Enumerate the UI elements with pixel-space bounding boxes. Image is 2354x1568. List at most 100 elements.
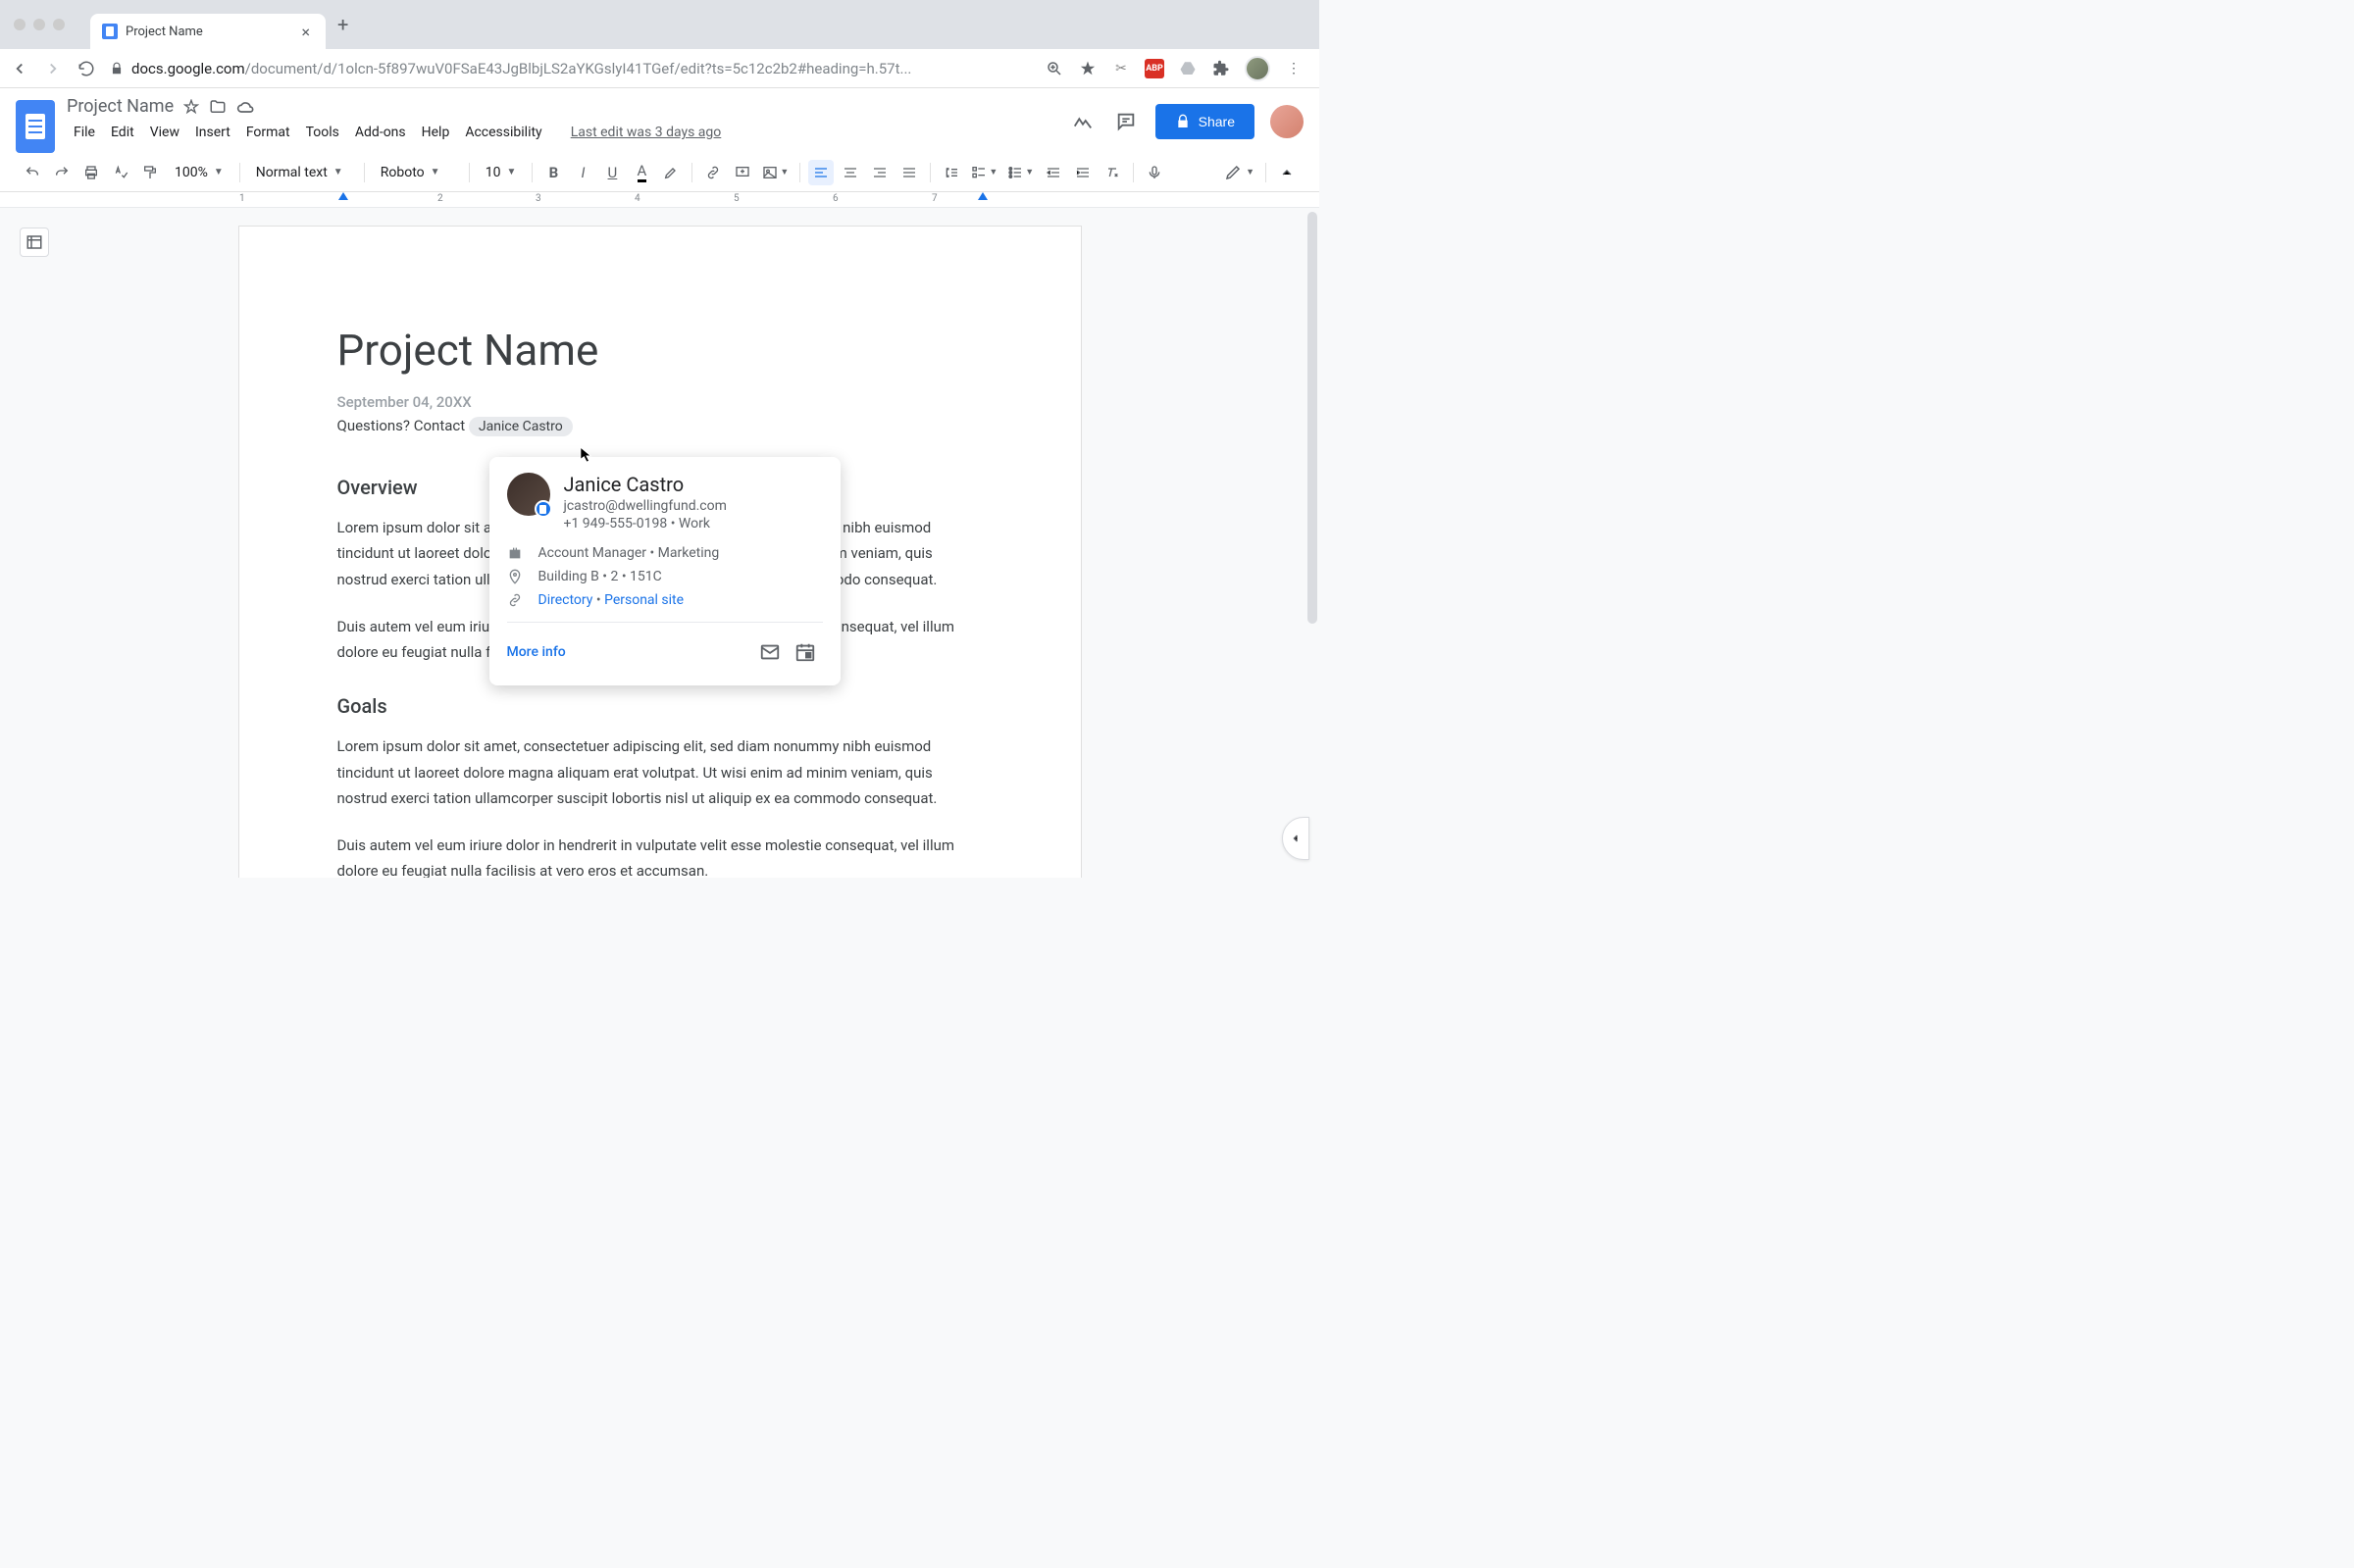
bookmark-star-icon[interactable] (1078, 59, 1098, 78)
back-button[interactable] (10, 59, 29, 78)
traffic-light-minimize[interactable] (33, 19, 45, 30)
new-tab-button[interactable]: + (326, 13, 360, 36)
traffic-light-close[interactable] (14, 19, 26, 30)
doc-date: September 04, 20XX (337, 393, 983, 411)
contact-hover-card: Janice Castro jcastro@dwellingfund.com +… (489, 457, 841, 685)
document-page[interactable]: Project Name September 04, 20XX Question… (238, 226, 1082, 878)
last-edit-link[interactable]: Last edit was 3 days ago (571, 125, 722, 140)
font-size-dropdown[interactable]: 10▼ (478, 160, 525, 185)
docs-logo-icon[interactable] (16, 100, 55, 153)
contact-chip[interactable]: Janice Castro (469, 417, 573, 436)
contact-location-row: Building B • 2 • 151C (507, 569, 823, 584)
extensions-icon[interactable] (1211, 59, 1231, 78)
doc-contact-line: Questions? Contact Janice Castro (337, 417, 983, 436)
docs-favicon-icon (102, 24, 118, 39)
insert-image-button[interactable]: ▼ (759, 160, 792, 185)
line-spacing-button[interactable] (939, 160, 964, 185)
menu-bar: File Edit View Insert Format Tools Add-o… (67, 121, 1057, 144)
undo-button[interactable] (20, 160, 45, 185)
right-indent-marker[interactable] (978, 192, 988, 200)
browser-extensions: ✂ ABP ⋮ (1045, 56, 1309, 81)
italic-button[interactable]: I (570, 160, 595, 185)
horizontal-ruler[interactable]: 1 2 3 4 5 6 7 (0, 192, 1319, 208)
browser-toolbar: docs.google.com/document/d/1olcn-5f897wu… (0, 49, 1319, 88)
print-button[interactable] (78, 160, 104, 185)
contact-role-row: Account Manager • Marketing (507, 545, 823, 561)
send-email-button[interactable] (752, 634, 788, 670)
move-folder-icon[interactable] (209, 98, 227, 116)
contact-avatar (507, 473, 550, 516)
align-justify-button[interactable] (896, 160, 922, 185)
menu-view[interactable]: View (143, 121, 186, 144)
adblock-ext-icon[interactable]: ABP (1145, 59, 1164, 78)
comments-icon[interactable] (1112, 108, 1140, 135)
mouse-cursor-icon (580, 446, 593, 464)
activity-icon[interactable] (1069, 108, 1097, 135)
lock-icon (110, 62, 124, 76)
align-left-button[interactable] (808, 160, 834, 185)
vertical-scrollbar[interactable] (1307, 212, 1317, 624)
reload-button[interactable] (77, 59, 96, 78)
bold-button[interactable]: B (540, 160, 566, 185)
menu-help[interactable]: Help (415, 121, 457, 144)
forward-button[interactable] (43, 59, 63, 78)
formatting-toolbar: 100%▼ Normal text▼ Roboto▼ 10▼ B I U A ▼ (0, 153, 1319, 192)
browser-profile-avatar[interactable] (1245, 56, 1270, 81)
menu-format[interactable]: Format (239, 121, 297, 144)
clear-formatting-button[interactable] (1100, 160, 1125, 185)
explore-button[interactable] (1282, 817, 1309, 860)
align-center-button[interactable] (838, 160, 863, 185)
star-icon[interactable] (183, 99, 199, 115)
paragraph-style-dropdown[interactable]: Normal text▼ (248, 160, 356, 185)
decrease-indent-button[interactable] (1041, 160, 1066, 185)
doc-title-heading: Project Name (337, 325, 983, 376)
schedule-event-button[interactable] (788, 634, 823, 670)
bulleted-list-button[interactable]: ▼ (1004, 160, 1037, 185)
font-dropdown[interactable]: Roboto▼ (373, 160, 461, 185)
address-bar[interactable]: docs.google.com/document/d/1olcn-5f897wu… (110, 60, 1031, 77)
personal-site-link[interactable]: Personal site (604, 592, 684, 608)
share-label: Share (1199, 114, 1235, 129)
align-right-button[interactable] (867, 160, 893, 185)
checklist-button[interactable]: ▼ (968, 160, 1000, 185)
voice-typing-button[interactable] (1142, 160, 1167, 185)
menu-tools[interactable]: Tools (299, 121, 346, 144)
goals-paragraph-1: Lorem ipsum dolor sit amet, consectetuer… (337, 733, 983, 811)
underline-button[interactable]: U (599, 160, 625, 185)
more-info-link[interactable]: More info (507, 644, 752, 660)
traffic-light-zoom[interactable] (53, 19, 65, 30)
insert-comment-button[interactable] (730, 160, 755, 185)
document-title[interactable]: Project Name (67, 96, 174, 117)
docs-header: Project Name File Edit View Insert Forma… (0, 88, 1319, 153)
share-button[interactable]: Share (1155, 104, 1254, 139)
tab-close-button[interactable]: × (297, 23, 314, 41)
account-avatar[interactable] (1270, 105, 1304, 138)
zoom-icon[interactable] (1045, 59, 1064, 78)
scissors-ext-icon[interactable]: ✂ (1111, 59, 1131, 78)
briefcase-icon (507, 545, 525, 561)
drive-ext-icon[interactable] (1178, 59, 1198, 78)
show-outline-button[interactable] (20, 228, 49, 257)
contact-links-row: Directory • Personal site (507, 592, 823, 608)
text-color-button[interactable]: A (629, 160, 654, 185)
menu-edit[interactable]: Edit (104, 121, 141, 144)
left-indent-marker[interactable] (338, 192, 348, 200)
highlight-button[interactable] (658, 160, 684, 185)
cloud-status-icon[interactable] (236, 100, 256, 114)
browser-menu-icon[interactable]: ⋮ (1284, 59, 1304, 78)
browser-tab[interactable]: Project Name × (90, 14, 326, 49)
location-pin-icon (507, 569, 525, 584)
redo-button[interactable] (49, 160, 75, 185)
editing-mode-button[interactable]: ▼ (1221, 160, 1257, 185)
spellcheck-button[interactable] (108, 160, 133, 185)
zoom-dropdown[interactable]: 100%▼ (167, 160, 231, 185)
collapse-toolbar-button[interactable] (1274, 160, 1300, 185)
menu-addons[interactable]: Add-ons (348, 121, 413, 144)
increase-indent-button[interactable] (1070, 160, 1096, 185)
paint-format-button[interactable] (137, 160, 163, 185)
menu-insert[interactable]: Insert (188, 121, 237, 144)
menu-accessibility[interactable]: Accessibility (458, 121, 548, 144)
directory-link[interactable]: Directory (538, 592, 593, 608)
menu-file[interactable]: File (67, 121, 102, 144)
insert-link-button[interactable] (700, 160, 726, 185)
